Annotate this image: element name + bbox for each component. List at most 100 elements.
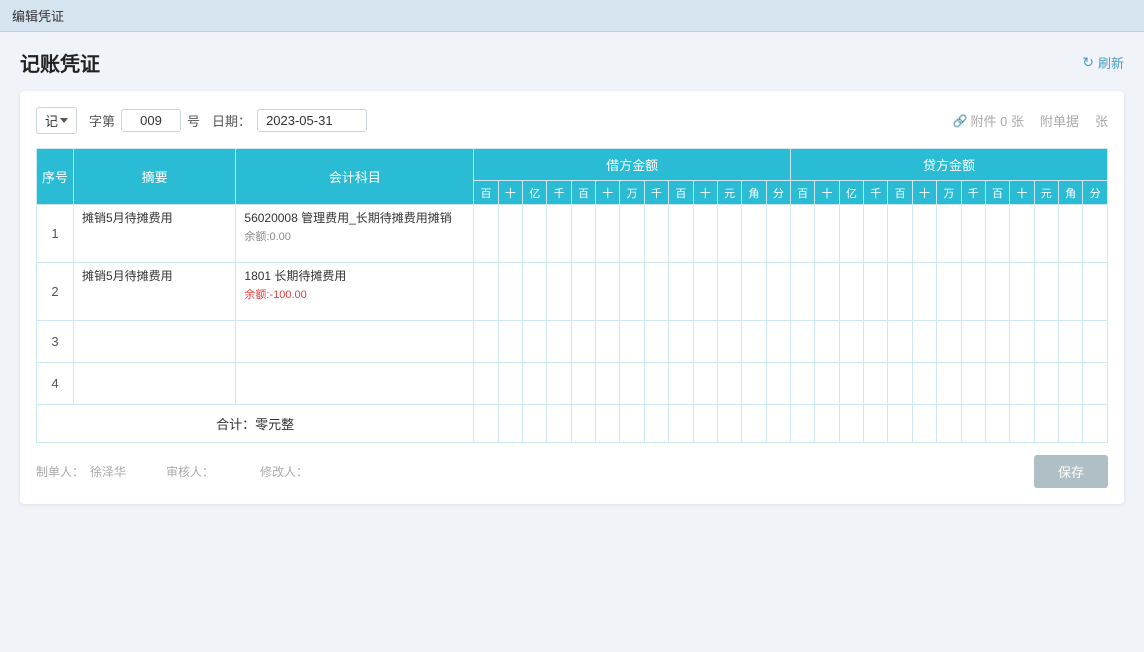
r2c7[interactable]	[937, 263, 961, 321]
r3c8[interactable]	[961, 321, 985, 363]
r4c3[interactable]	[839, 363, 863, 405]
date-input[interactable]	[257, 109, 367, 132]
r1d13[interactable]	[766, 205, 790, 263]
r4d13[interactable]	[766, 363, 790, 405]
r3d13[interactable]	[766, 321, 790, 363]
r2c10[interactable]	[1010, 263, 1034, 321]
r4d2[interactable]	[498, 363, 522, 405]
r1c3[interactable]	[839, 205, 863, 263]
r3d9[interactable]	[669, 321, 693, 363]
r2d10[interactable]	[693, 263, 717, 321]
r1c7[interactable]	[937, 205, 961, 263]
r3c9[interactable]	[985, 321, 1009, 363]
r1d8[interactable]	[644, 205, 668, 263]
r1d3[interactable]	[523, 205, 547, 263]
r3d6[interactable]	[596, 321, 620, 363]
voucher-type-dropdown[interactable]: 记	[36, 107, 77, 134]
r2c3[interactable]	[839, 263, 863, 321]
r3c3[interactable]	[839, 321, 863, 363]
voucher-number-input[interactable]	[121, 109, 181, 132]
r2c11[interactable]	[1034, 263, 1058, 321]
r4d5[interactable]	[571, 363, 595, 405]
row1-summary[interactable]: 摊销5月待摊费用	[73, 205, 235, 263]
r2d8[interactable]	[644, 263, 668, 321]
r3d4[interactable]	[547, 321, 571, 363]
save-button[interactable]: 保存	[1034, 455, 1108, 488]
r3c1[interactable]	[791, 321, 815, 363]
r4c10[interactable]	[1010, 363, 1034, 405]
r3c6[interactable]	[912, 321, 936, 363]
r4c13[interactable]	[1083, 363, 1108, 405]
refresh-button[interactable]: ↻ 刷新	[1082, 53, 1124, 72]
r4d3[interactable]	[523, 363, 547, 405]
r4c9[interactable]	[985, 363, 1009, 405]
r4d8[interactable]	[644, 363, 668, 405]
r2c6[interactable]	[912, 263, 936, 321]
r2d4[interactable]	[547, 263, 571, 321]
r3d7[interactable]	[620, 321, 644, 363]
r4c5[interactable]	[888, 363, 912, 405]
row4-account[interactable]	[236, 363, 474, 405]
r4d7[interactable]	[620, 363, 644, 405]
r4c11[interactable]	[1034, 363, 1058, 405]
r4d6[interactable]	[596, 363, 620, 405]
r1c8[interactable]	[961, 205, 985, 263]
r2c4[interactable]	[864, 263, 888, 321]
r4c2[interactable]	[815, 363, 839, 405]
r1d6[interactable]	[596, 205, 620, 263]
row4-summary[interactable]	[73, 363, 235, 405]
r2d11[interactable]	[717, 263, 741, 321]
r2d7[interactable]	[620, 263, 644, 321]
r4d1[interactable]	[474, 363, 498, 405]
r2c5[interactable]	[888, 263, 912, 321]
r2d3[interactable]	[523, 263, 547, 321]
r2c12[interactable]	[1058, 263, 1082, 321]
r3c10[interactable]	[1010, 321, 1034, 363]
r3c11[interactable]	[1034, 321, 1058, 363]
r3d10[interactable]	[693, 321, 717, 363]
r4d4[interactable]	[547, 363, 571, 405]
r4c12[interactable]	[1058, 363, 1082, 405]
r1d4[interactable]	[547, 205, 571, 263]
r4c7[interactable]	[937, 363, 961, 405]
row3-summary[interactable]	[73, 321, 235, 363]
r2c8[interactable]	[961, 263, 985, 321]
r4c6[interactable]	[912, 363, 936, 405]
r2c2[interactable]	[815, 263, 839, 321]
r4d12[interactable]	[742, 363, 766, 405]
r3c12[interactable]	[1058, 321, 1082, 363]
r2c1[interactable]	[791, 263, 815, 321]
r1c13[interactable]	[1083, 205, 1108, 263]
r3c13[interactable]	[1083, 321, 1108, 363]
row2-summary[interactable]: 摊销5月待摊费用	[73, 263, 235, 321]
r1c9[interactable]	[985, 205, 1009, 263]
r3d5[interactable]	[571, 321, 595, 363]
r2c13[interactable]	[1083, 263, 1108, 321]
r3d11[interactable]	[717, 321, 741, 363]
r1d1[interactable]	[474, 205, 498, 263]
r2d1[interactable]	[474, 263, 498, 321]
r4d10[interactable]	[693, 363, 717, 405]
r2d9[interactable]	[669, 263, 693, 321]
r1c4[interactable]	[864, 205, 888, 263]
r1d5[interactable]	[571, 205, 595, 263]
r3c5[interactable]	[888, 321, 912, 363]
row3-account[interactable]	[236, 321, 474, 363]
r1d7[interactable]	[620, 205, 644, 263]
r1d10[interactable]	[693, 205, 717, 263]
r1c6[interactable]	[912, 205, 936, 263]
r1c1[interactable]	[791, 205, 815, 263]
r3d8[interactable]	[644, 321, 668, 363]
r3c2[interactable]	[815, 321, 839, 363]
r4c8[interactable]	[961, 363, 985, 405]
r1c2[interactable]	[815, 205, 839, 263]
r1c11[interactable]	[1034, 205, 1058, 263]
r3c7[interactable]	[937, 321, 961, 363]
r1c5[interactable]	[888, 205, 912, 263]
r1c10[interactable]	[1010, 205, 1034, 263]
r2d6[interactable]	[596, 263, 620, 321]
r2d2[interactable]	[498, 263, 522, 321]
row1-account[interactable]: 56020008 管理费用_长期待摊费用摊销 余额:0.00	[236, 205, 474, 263]
r1d9[interactable]	[669, 205, 693, 263]
row2-account[interactable]: 1801 长期待摊费用 余额:-100.00	[236, 263, 474, 321]
